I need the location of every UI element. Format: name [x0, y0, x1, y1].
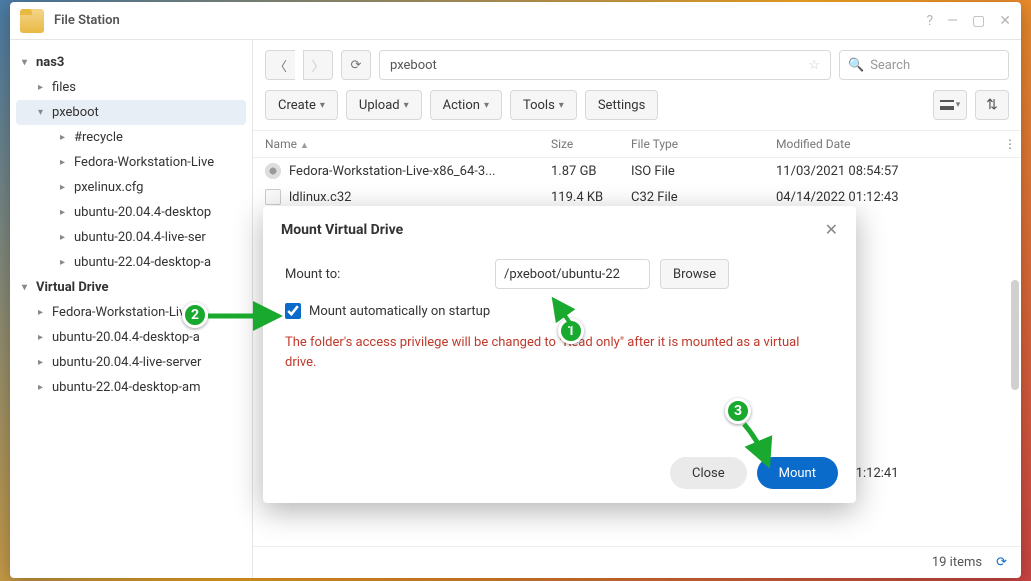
col-size[interactable]: Size: [551, 137, 631, 151]
tree-item-files[interactable]: ▸files: [16, 75, 246, 100]
nav-forward-button[interactable]: 〉: [303, 50, 333, 80]
help-icon[interactable]: ?: [926, 13, 933, 29]
file-date: 04/14/2022 01:12:43: [776, 190, 996, 205]
tree-item-u22desktop[interactable]: ▸ubuntu-22.04-desktop-a: [16, 250, 246, 275]
file-name: ldlinux.c32: [289, 190, 351, 205]
file-date: 11/03/2021 08:54:57: [776, 164, 996, 179]
file-icon: [265, 163, 281, 179]
sidebar: ▾nas3 ▸files ▾pxeboot ▸#recycle ▸Fedora-…: [10, 40, 253, 578]
tree-root-nas3[interactable]: ▾nas3: [16, 50, 246, 75]
maximize-icon[interactable]: ▢: [972, 13, 985, 29]
app-title: File Station: [54, 13, 120, 28]
action-button[interactable]: Action▾: [430, 90, 502, 120]
tree-item-recycle[interactable]: ▸#recycle: [16, 125, 246, 150]
vtree-item-u22d[interactable]: ▸ubuntu-22.04-desktop-am: [16, 375, 246, 400]
mount-button[interactable]: Mount: [757, 457, 838, 489]
close-button[interactable]: Close: [670, 457, 747, 489]
tree-item-u20live[interactable]: ▸ubuntu-20.04.4-live-ser: [16, 225, 246, 250]
auto-mount-label: Mount automatically on startup: [309, 304, 490, 319]
nav-back-button[interactable]: 〈: [265, 50, 295, 80]
app-icon: [20, 9, 44, 33]
mount-to-input[interactable]: [495, 259, 650, 289]
sort-button[interactable]: ⇅: [975, 90, 1009, 120]
mount-virtual-drive-dialog: Mount Virtual Drive ✕ Mount to: Browse M…: [263, 206, 856, 503]
tree-root-virtual-drive[interactable]: ▾Virtual Drive: [16, 275, 246, 300]
view-mode-button[interactable]: ▾: [933, 90, 967, 120]
auto-mount-checkbox[interactable]: [285, 303, 301, 319]
browse-button[interactable]: Browse: [660, 259, 729, 289]
dialog-title: Mount Virtual Drive: [281, 222, 403, 238]
search-icon: 🔍: [848, 58, 864, 73]
file-size: 1.87 GB: [551, 164, 631, 179]
table-header: Name ▲ Size File Type Modified Date ⋮: [253, 131, 1021, 158]
mount-to-label: Mount to:: [285, 267, 485, 282]
minimize-icon[interactable]: —: [947, 13, 958, 29]
vtree-item-u20l[interactable]: ▸ubuntu-20.04.4-live-server: [16, 350, 246, 375]
col-date[interactable]: Modified Date: [776, 137, 996, 151]
readonly-warning: The folder's access privilege will be ch…: [285, 333, 834, 372]
col-name[interactable]: Name ▲: [265, 137, 551, 151]
scrollbar[interactable]: [1011, 150, 1019, 510]
tree-item-pxeboot[interactable]: ▾pxeboot: [16, 100, 246, 125]
titlebar: File Station ? — ▢ ✕: [10, 2, 1021, 40]
vtree-item-fedora[interactable]: ▸Fedora-Workstation-Live-x: [16, 300, 246, 325]
vtree-item-u20d[interactable]: ▸ubuntu-20.04.4-desktop-a: [16, 325, 246, 350]
tools-button[interactable]: Tools▾: [510, 90, 577, 120]
settings-button[interactable]: Settings: [585, 90, 658, 120]
file-type: ISO File: [631, 164, 776, 179]
dialog-close-icon[interactable]: ✕: [825, 220, 838, 239]
file-name: Fedora-Workstation-Live-x86_64-3...: [289, 164, 495, 179]
refresh-button[interactable]: ⟳: [341, 50, 371, 80]
tree-item-pxelinux[interactable]: ▸pxelinux.cfg: [16, 175, 246, 200]
statusbar: 19 items ⟳: [253, 546, 1021, 578]
upload-button[interactable]: Upload▾: [346, 90, 422, 120]
tree-item-u20desktop[interactable]: ▸ubuntu-20.04.4-desktop: [16, 200, 246, 225]
col-type[interactable]: File Type: [631, 137, 776, 151]
item-count: 19 items: [932, 555, 982, 570]
search-input[interactable]: 🔍Search: [839, 50, 1009, 80]
col-more-icon[interactable]: ⋮: [996, 137, 1016, 151]
tree-item-fedora[interactable]: ▸Fedora-Workstation-Live: [16, 150, 246, 175]
file-icon: [265, 189, 281, 205]
file-type: C32 File: [631, 190, 776, 205]
close-icon[interactable]: ✕: [999, 13, 1011, 29]
path-input[interactable]: pxeboot☆: [379, 50, 831, 80]
create-button[interactable]: Create▾: [265, 90, 338, 120]
statusbar-refresh-icon[interactable]: ⟳: [996, 555, 1007, 570]
file-size: 119.4 KB: [551, 190, 631, 205]
star-icon[interactable]: ☆: [808, 58, 820, 73]
table-row[interactable]: Fedora-Workstation-Live-x86_64-3... 1.87 …: [253, 158, 1021, 184]
